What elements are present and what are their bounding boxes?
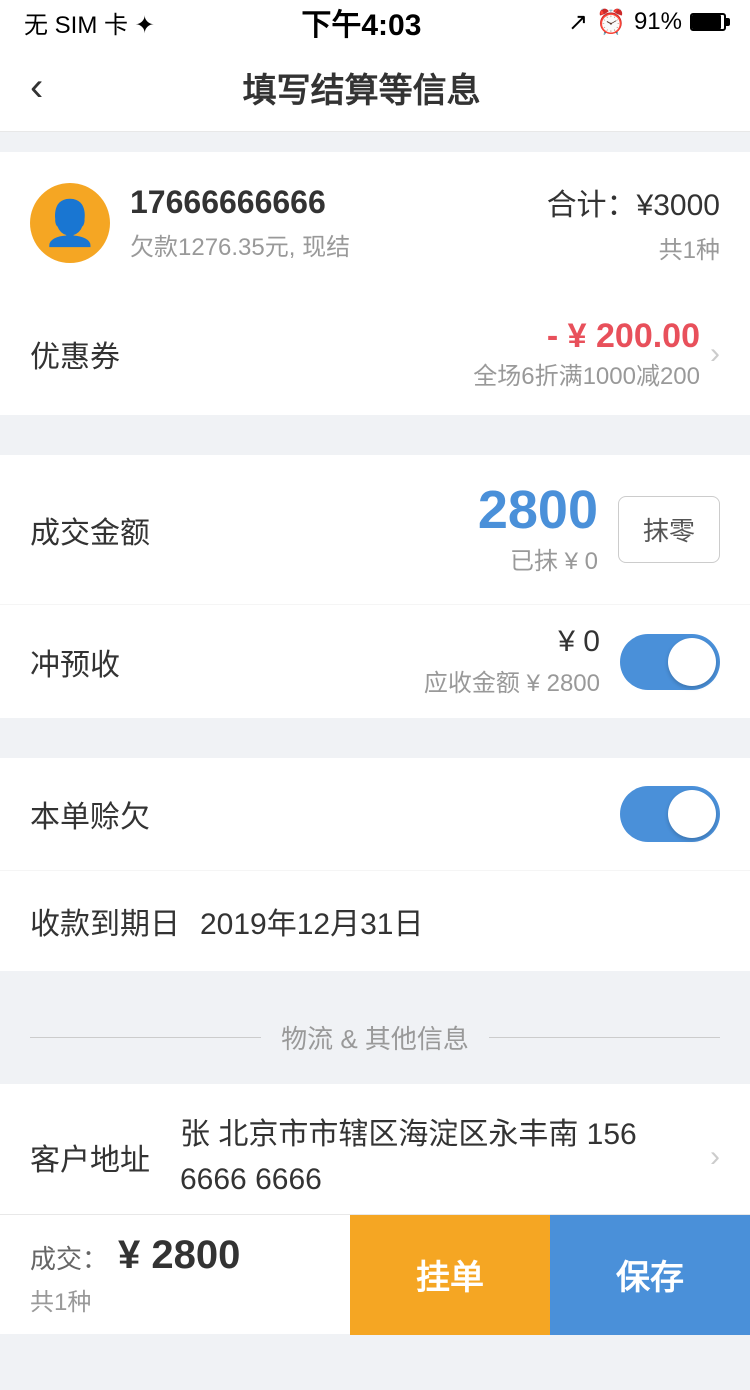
- footer-deal-amount: ¥ 2800: [118, 1233, 240, 1278]
- customer-phone: 17666666666: [130, 184, 547, 221]
- sim-status: 无 SIM 卡 ✦: [24, 5, 155, 40]
- duedate-row: 收款到期日 2019年12月31日: [0, 870, 750, 971]
- address-row[interactable]: 客户地址 张 北京市市辖区海淀区永丰南 156 6666 6666 ›: [0, 1084, 750, 1230]
- hold-order-button[interactable]: 挂单: [350, 1215, 550, 1335]
- address-chevron-icon: ›: [710, 1140, 720, 1174]
- arrears-toggle-knob: [668, 790, 716, 838]
- logistics-header: 物流 & 其他信息: [0, 991, 750, 1084]
- battery-icon: [690, 13, 726, 31]
- customer-card: 👤 17666666666 欠款1276.35元, 现结 合计：¥3000 共1…: [0, 152, 750, 293]
- duedate-label: 收款到期日: [30, 899, 180, 943]
- save-button[interactable]: 保存: [550, 1215, 750, 1335]
- location-icon: ↗: [568, 8, 588, 37]
- footer-deal: 成交： ¥ 2800: [30, 1233, 320, 1278]
- address-label: 客户地址: [30, 1135, 150, 1179]
- footer-count: 共1种: [30, 1282, 320, 1317]
- coupon-label: 优惠券: [30, 332, 120, 376]
- customer-subtext: 欠款1276.35元, 现结: [130, 227, 547, 262]
- deal-sub: 已抹 ¥ 0: [510, 541, 598, 576]
- coupon-chevron-icon: ›: [710, 337, 720, 371]
- prepay-row: 冲预收 ¥ 0 应收金额 ¥ 2800: [0, 604, 750, 718]
- coupon-section: 优惠券 - ¥ 200.00 全场6折满1000减200 ›: [0, 293, 750, 415]
- deal-section: 成交金额 2800 已抹 ¥ 0 抹零 冲预收 ¥ 0 应收金额 ¥ 2800: [0, 455, 750, 718]
- arrears-right: [150, 786, 720, 842]
- duedate-value: 2019年12月31日: [200, 899, 423, 943]
- deal-row: 成交金额 2800 已抹 ¥ 0 抹零: [0, 455, 750, 604]
- prepay-main: ¥ 0: [558, 625, 600, 659]
- prepay-right: ¥ 0 应收金额 ¥ 2800: [120, 625, 720, 698]
- address-value: 张 北京市市辖区海淀区永丰南 156 6666 6666: [180, 1112, 700, 1202]
- deal-right: 2800 已抹 ¥ 0 抹零: [150, 483, 720, 576]
- battery-level: 91%: [634, 8, 682, 36]
- prepay-amounts: ¥ 0 应收金额 ¥ 2800: [424, 625, 600, 698]
- alarm-icon: ⏰: [596, 8, 626, 37]
- logistics-line-left: [30, 1037, 261, 1038]
- address-section: 客户地址 张 北京市市辖区海淀区永丰南 156 6666 6666 ›: [0, 1084, 750, 1230]
- coupon-desc: 全场6折满1000减200: [473, 356, 700, 391]
- page-header: ‹ 填写结算等信息: [0, 44, 750, 132]
- deal-amount-col: 2800 已抹 ¥ 0: [478, 483, 598, 576]
- footer-info: 成交： ¥ 2800 共1种: [0, 1233, 350, 1317]
- page-title: 填写结算等信息: [63, 63, 660, 112]
- arrears-label: 本单赊欠: [30, 792, 150, 836]
- arrears-row: 本单赊欠: [0, 758, 750, 870]
- total-amount: 合计：¥3000: [547, 180, 720, 224]
- logistics-line-right: [489, 1037, 720, 1038]
- prepay-sub: 应收金额 ¥ 2800: [424, 663, 600, 698]
- status-bar-left: 无 SIM 卡 ✦: [24, 5, 155, 40]
- divider-1: [0, 415, 750, 435]
- avatar: 👤: [30, 183, 110, 263]
- coupon-amount: - ¥ 200.00: [547, 317, 700, 356]
- prepay-toggle[interactable]: [620, 634, 720, 690]
- customer-info: 17666666666 欠款1276.35元, 现结: [130, 184, 547, 262]
- status-bar-time: 下午4:03: [301, 0, 421, 44]
- customer-total: 合计：¥3000 共1种: [547, 180, 720, 265]
- divider-2: [0, 718, 750, 738]
- arrears-section: 本单赊欠 收款到期日 2019年12月31日: [0, 758, 750, 971]
- coupon-right: - ¥ 200.00 全场6折满1000减200 ›: [120, 317, 720, 391]
- deal-label: 成交金额: [30, 508, 150, 552]
- footer-deal-label: 成交：: [30, 1239, 108, 1276]
- logistics-title: 物流 & 其他信息: [281, 1019, 469, 1056]
- avatar-icon: 👤: [43, 197, 98, 249]
- status-bar-right: ↗ ⏰ 91%: [568, 8, 726, 37]
- coupon-row[interactable]: 优惠券 - ¥ 200.00 全场6折满1000减200 ›: [0, 293, 750, 415]
- total-sub: 共1种: [547, 230, 720, 265]
- prepay-label: 冲预收: [30, 640, 120, 684]
- round-off-button[interactable]: 抹零: [618, 496, 720, 563]
- deal-amount: 2800: [478, 483, 598, 537]
- toggle-knob: [668, 638, 716, 686]
- footer-bar: 成交： ¥ 2800 共1种 挂单 保存: [0, 1214, 750, 1334]
- status-bar: 无 SIM 卡 ✦ 下午4:03 ↗ ⏰ 91%: [0, 0, 750, 44]
- arrears-toggle[interactable]: [620, 786, 720, 842]
- back-button[interactable]: ‹: [30, 65, 43, 110]
